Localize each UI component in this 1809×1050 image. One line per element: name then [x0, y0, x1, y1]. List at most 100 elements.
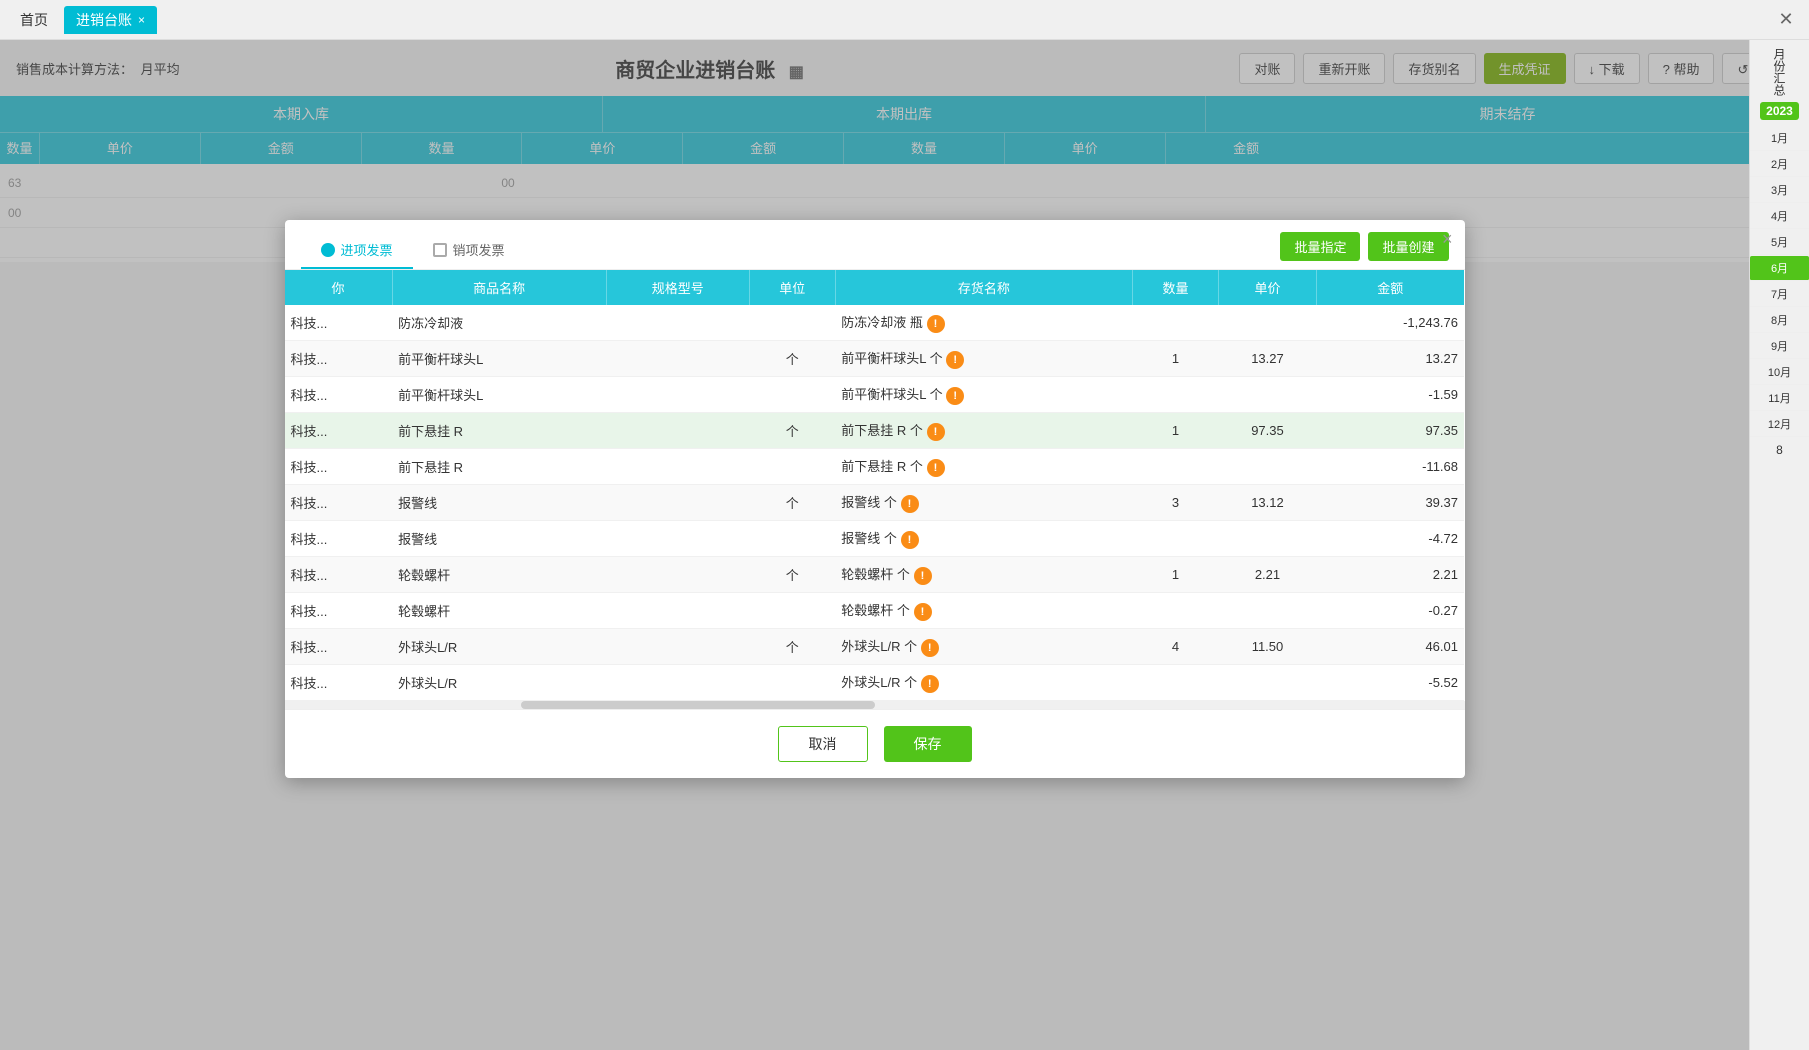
save-button[interactable]: 保存 — [884, 726, 972, 762]
cell-qty-1: 1 — [1133, 341, 1219, 377]
tab-label: 进销台账 — [76, 10, 132, 30]
cell-goods-1: 前平衡杆球头L — [392, 341, 606, 377]
cell-inventory-5: 报警线 个 ! — [835, 485, 1132, 521]
cell-spec-6 — [606, 521, 749, 557]
warning-icon-10: ! — [921, 675, 939, 693]
month-9[interactable]: 9月 — [1750, 334, 1809, 359]
month-1[interactable]: 1月 — [1750, 126, 1809, 151]
cell-price-4 — [1218, 449, 1316, 485]
cell-inventory-9: 外球头L/R 个 ! — [835, 629, 1132, 665]
modal-scrollbar[interactable] — [285, 701, 1465, 709]
month-6[interactable]: 6月 — [1750, 256, 1809, 281]
modal-scrollbar-thumb[interactable] — [521, 701, 875, 709]
cell-goods-6: 报警线 — [392, 521, 606, 557]
month-2[interactable]: 2月 — [1750, 152, 1809, 177]
batch-create-button[interactable]: 批量创建 — [1368, 232, 1448, 261]
table-row[interactable]: 科技... 轮毂螺杆 个 轮毂螺杆 个 ! 1 2.21 2.21 — [285, 557, 1465, 593]
table-row[interactable]: 科技... 外球头L/R 外球头L/R 个 ! -5.52 — [285, 665, 1465, 701]
modal-table-wrapper: 你 商品名称 规格型号 单位 存货名称 数量 单价 金额 科技... 防冻冷却液 — [285, 270, 1465, 701]
home-tab[interactable]: 首页 — [8, 6, 60, 34]
cell-amount-5: 39.37 — [1317, 485, 1464, 521]
cell-price-7: 2.21 — [1218, 557, 1316, 593]
cell-qty-9: 4 — [1133, 629, 1219, 665]
col-header-qty: 数量 — [1133, 270, 1219, 305]
cell-amount-7: 2.21 — [1317, 557, 1464, 593]
cell-price-10 — [1218, 665, 1316, 701]
table-row[interactable]: 科技... 前下悬挂 R 个 前下悬挂 R 个 ! 1 97.35 97.35 — [285, 413, 1465, 449]
cell-price-1: 13.27 — [1218, 341, 1316, 377]
cell-unit-9: 个 — [749, 629, 835, 665]
batch-assign-button[interactable]: 批量指定 — [1280, 232, 1360, 261]
warning-icon-7: ! — [914, 567, 932, 585]
tab-out-invoice[interactable]: 销项发票 — [413, 232, 525, 269]
cell-goods-5: 报警线 — [392, 485, 606, 521]
col-header-name: 你 — [285, 270, 393, 305]
table-row[interactable]: 科技... 防冻冷却液 防冻冷却液 瓶 ! -1,243.76 — [285, 305, 1465, 341]
cell-goods-7: 轮毂螺杆 — [392, 557, 606, 593]
warning-icon-0: ! — [927, 315, 945, 333]
cell-name-1: 科技... — [285, 341, 393, 377]
cell-price-5: 13.12 — [1218, 485, 1316, 521]
month-5[interactable]: 5月 — [1750, 230, 1809, 255]
month-3[interactable]: 3月 — [1750, 178, 1809, 203]
modal-table: 你 商品名称 规格型号 单位 存货名称 数量 单价 金额 科技... 防冻冷却液 — [285, 270, 1465, 701]
warning-icon-1: ! — [946, 351, 964, 369]
cell-inventory-0: 防冻冷却液 瓶 ! — [835, 305, 1132, 341]
tab-out-label: 销项发票 — [453, 240, 505, 259]
cell-amount-4: -11.68 — [1317, 449, 1464, 485]
tab-close-icon[interactable]: × — [138, 13, 145, 27]
cell-unit-2 — [749, 377, 835, 413]
warning-icon-5: ! — [901, 495, 919, 513]
cell-amount-2: -1.59 — [1317, 377, 1464, 413]
cell-name-2: 科技... — [285, 377, 393, 413]
year-badge: 2023 — [1760, 102, 1799, 120]
cell-inventory-6: 报警线 个 ! — [835, 521, 1132, 557]
cell-spec-0 — [606, 305, 749, 341]
cell-spec-3 — [606, 413, 749, 449]
sidebar-months: 1月 2月 3月 4月 5月 6月 7月 8月 9月 10月 11月 12月 — [1750, 126, 1809, 437]
cell-qty-4 — [1133, 449, 1219, 485]
cell-unit-0 — [749, 305, 835, 341]
table-row[interactable]: 科技... 前下悬挂 R 前下悬挂 R 个 ! -11.68 — [285, 449, 1465, 485]
month-11[interactable]: 11月 — [1750, 386, 1809, 411]
tab-in-invoice[interactable]: 进项发票 — [301, 232, 413, 269]
cell-name-9: 科技... — [285, 629, 393, 665]
cell-goods-2: 前平衡杆球头L — [392, 377, 606, 413]
col-header-goods: 商品名称 — [392, 270, 606, 305]
warning-icon-6: ! — [901, 531, 919, 549]
month-12[interactable]: 12月 — [1750, 412, 1809, 437]
cell-spec-4 — [606, 449, 749, 485]
table-row[interactable]: 科技... 外球头L/R 个 外球头L/R 个 ! 4 11.50 46.01 — [285, 629, 1465, 665]
tab-in-icon — [321, 243, 335, 257]
modal-close-button[interactable]: × — [1442, 230, 1453, 248]
col-header-price: 单价 — [1218, 270, 1316, 305]
month-7[interactable]: 7月 — [1750, 282, 1809, 307]
table-row[interactable]: 科技... 前平衡杆球头L 个 前平衡杆球头L 个 ! 1 13.27 13.2… — [285, 341, 1465, 377]
window-close-button[interactable]: ✕ — [1771, 5, 1801, 35]
cell-unit-6 — [749, 521, 835, 557]
cell-spec-8 — [606, 593, 749, 629]
month-4[interactable]: 4月 — [1750, 204, 1809, 229]
cell-spec-10 — [606, 665, 749, 701]
main-content: 销售成本计算方法： 月平均 商贸企业进销台账 ▦ 对账 重新开账 存货别名 生成… — [0, 40, 1809, 1050]
cancel-button[interactable]: 取消 — [778, 726, 868, 762]
cell-goods-8: 轮毂螺杆 — [392, 593, 606, 629]
month-10[interactable]: 10月 — [1750, 360, 1809, 385]
warning-icon-9: ! — [921, 639, 939, 657]
cell-goods-0: 防冻冷却液 — [392, 305, 606, 341]
modal-dialog: 进项发票 销项发票 批量指定 批量创建 × — [285, 220, 1465, 778]
jxtz-tab[interactable]: 进销台账 × — [64, 6, 157, 34]
cell-price-9: 11.50 — [1218, 629, 1316, 665]
col-header-inventory: 存货名称 — [835, 270, 1132, 305]
month-8[interactable]: 8月 — [1750, 308, 1809, 333]
cell-unit-5: 个 — [749, 485, 835, 521]
table-row[interactable]: 科技... 轮毂螺杆 轮毂螺杆 个 ! -0.27 — [285, 593, 1465, 629]
cell-amount-8: -0.27 — [1317, 593, 1464, 629]
table-row[interactable]: 科技... 报警线 报警线 个 ! -4.72 — [285, 521, 1465, 557]
cell-spec-7 — [606, 557, 749, 593]
right-sidebar: 月份汇总 2023 1月 2月 3月 4月 5月 6月 7月 8月 9月 10月… — [1749, 40, 1809, 1050]
cell-qty-2 — [1133, 377, 1219, 413]
table-row[interactable]: 科技... 报警线 个 报警线 个 ! 3 13.12 39.37 — [285, 485, 1465, 521]
table-row[interactable]: 科技... 前平衡杆球头L 前平衡杆球头L 个 ! -1.59 — [285, 377, 1465, 413]
modal-footer: 取消 保存 — [285, 709, 1465, 778]
